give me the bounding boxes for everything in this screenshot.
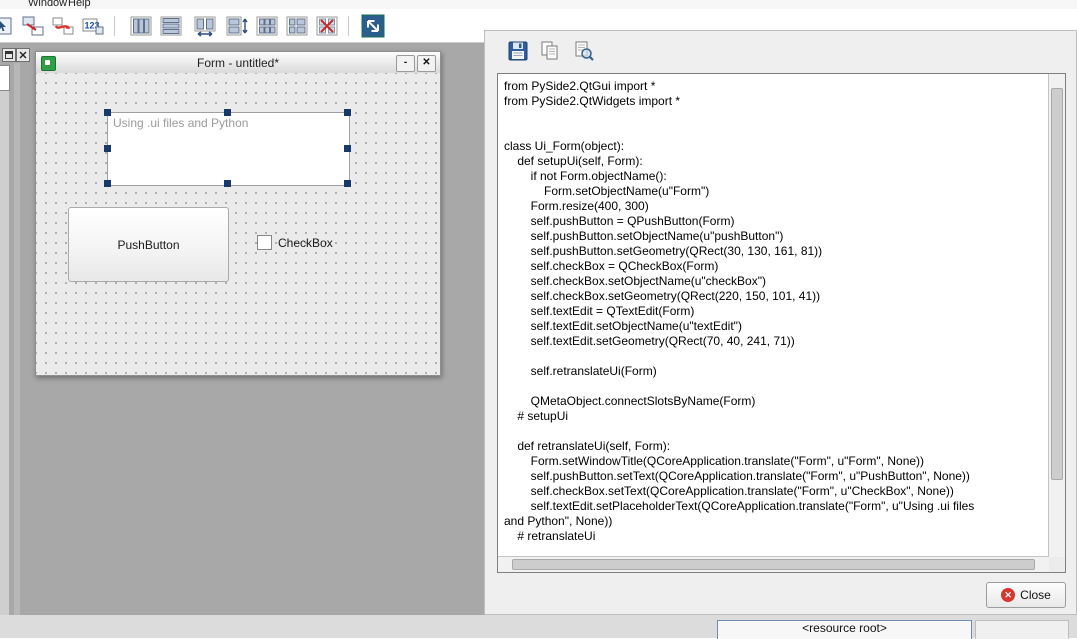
edit-signals-slots-glyph <box>22 15 44 37</box>
adjust-size-glyph <box>361 14 385 38</box>
checkbox-label: CheckBox <box>278 236 333 250</box>
selection-handle-bottom-middle[interactable] <box>224 180 231 187</box>
adjust-size-icon[interactable] <box>360 13 386 39</box>
layout-form-icon[interactable] <box>284 13 310 39</box>
selection-handle-middle-right[interactable] <box>344 145 351 152</box>
checkbox-widget[interactable]: CheckBox <box>257 235 333 250</box>
widgetbox-panel-sliver <box>0 91 9 616</box>
horizontal-scrollbar[interactable] <box>498 556 1049 572</box>
form-close-button[interactable]: ✕ <box>417 55 436 72</box>
bottom-panels: <resource root> <box>0 615 1077 638</box>
edit-widgets-glyph <box>0 15 14 37</box>
textedit-placeholder: Using .ui files and Python <box>113 116 248 130</box>
menu-help[interactable]: Help <box>68 0 91 9</box>
selection-handle-bottom-right[interactable] <box>344 180 351 187</box>
splitter-vertical-icon[interactable] <box>224 13 250 39</box>
menu-window[interactable]: Window <box>28 0 67 9</box>
form-minimize-button[interactable]: - <box>396 55 415 72</box>
splitter-horizontal-glyph <box>194 15 216 37</box>
copy-icon[interactable] <box>537 38 563 64</box>
close-button-label: Close <box>1020 588 1051 602</box>
textedit-widget[interactable]: Using .ui files and Python <box>107 112 350 186</box>
splitter-vertical-glyph <box>226 15 248 37</box>
mdi-area[interactable]: Form - untitled* - ✕ Using .ui files and… <box>0 42 484 616</box>
edit-buddies-glyph <box>52 15 74 37</box>
horizontal-scrollbar-thumb[interactable] <box>512 559 1035 570</box>
edit-tab-order-glyph: 123 <box>82 15 104 37</box>
float-icon <box>5 51 13 59</box>
break-layout-icon[interactable] <box>314 13 340 39</box>
find-icon[interactable] <box>571 38 597 64</box>
toolbar-separator <box>114 16 115 36</box>
layout-vertical-icon[interactable] <box>158 13 184 39</box>
dock-close-button[interactable] <box>16 48 30 62</box>
form-canvas[interactable]: Using .ui files and Python PushButton Ch… <box>36 73 440 375</box>
selection-handle-middle-left[interactable] <box>104 145 111 152</box>
edit-buddies-icon[interactable] <box>50 13 76 39</box>
edit-signals-slots-icon[interactable] <box>20 13 46 39</box>
resource-root-label: <resource root> <box>802 621 887 635</box>
pushbutton-widget[interactable]: PushButton <box>68 207 229 282</box>
dock-splitter[interactable] <box>14 63 20 616</box>
vertical-scrollbar-thumb[interactable] <box>1051 88 1063 480</box>
widgetbox-filter-input[interactable] <box>0 65 10 91</box>
edit-tab-order-icon[interactable]: 123 <box>80 13 106 39</box>
form-titlebar[interactable]: Form - untitled* - ✕ <box>36 52 440 74</box>
menubar: Window Help <box>0 0 1077 9</box>
selection-handle-bottom-left[interactable] <box>104 180 111 187</box>
layout-grid-icon[interactable] <box>254 13 280 39</box>
code-view[interactable]: from PySide2.QtGui import * from PySide2… <box>497 73 1066 573</box>
code-preview-dialog: from PySide2.QtGui import * from PySide2… <box>484 30 1077 615</box>
layout-grid-glyph <box>256 15 278 37</box>
save-glyph <box>507 40 529 62</box>
generated-code: from PySide2.QtGui import * from PySide2… <box>498 74 1049 549</box>
save-icon[interactable] <box>505 38 531 64</box>
selection-handle-top-middle[interactable] <box>224 109 231 116</box>
resource-root-item[interactable]: <resource root> <box>717 620 972 639</box>
dock-float-button[interactable] <box>2 48 16 62</box>
close-icon <box>19 51 27 59</box>
form-designer-window[interactable]: Form - untitled* - ✕ Using .ui files and… <box>35 51 441 376</box>
layout-form-glyph <box>286 15 308 37</box>
scrollbar-corner <box>1049 557 1065 572</box>
close-button[interactable]: ✕ Close <box>986 582 1066 608</box>
resource-side-panel <box>975 620 1069 639</box>
edit-widgets-icon[interactable] <box>0 13 16 39</box>
form-window-title: Form - untitled* <box>36 56 440 70</box>
toolbar-separator <box>348 16 349 36</box>
layout-vertical-glyph <box>160 15 182 37</box>
copy-glyph <box>539 40 561 62</box>
selection-handle-top-left[interactable] <box>104 109 111 116</box>
checkbox-indicator[interactable] <box>257 235 272 250</box>
layout-horizontal-icon[interactable] <box>128 13 154 39</box>
splitter-horizontal-icon[interactable] <box>192 13 218 39</box>
break-layout-glyph <box>316 15 338 37</box>
vertical-scrollbar[interactable] <box>1048 74 1065 557</box>
find-glyph <box>573 40 595 62</box>
code-text-container[interactable]: from PySide2.QtGui import * from PySide2… <box>498 74 1049 557</box>
close-circle-icon: ✕ <box>1001 588 1015 602</box>
selection-handle-top-right[interactable] <box>344 109 351 116</box>
layout-horizontal-glyph <box>130 15 152 37</box>
